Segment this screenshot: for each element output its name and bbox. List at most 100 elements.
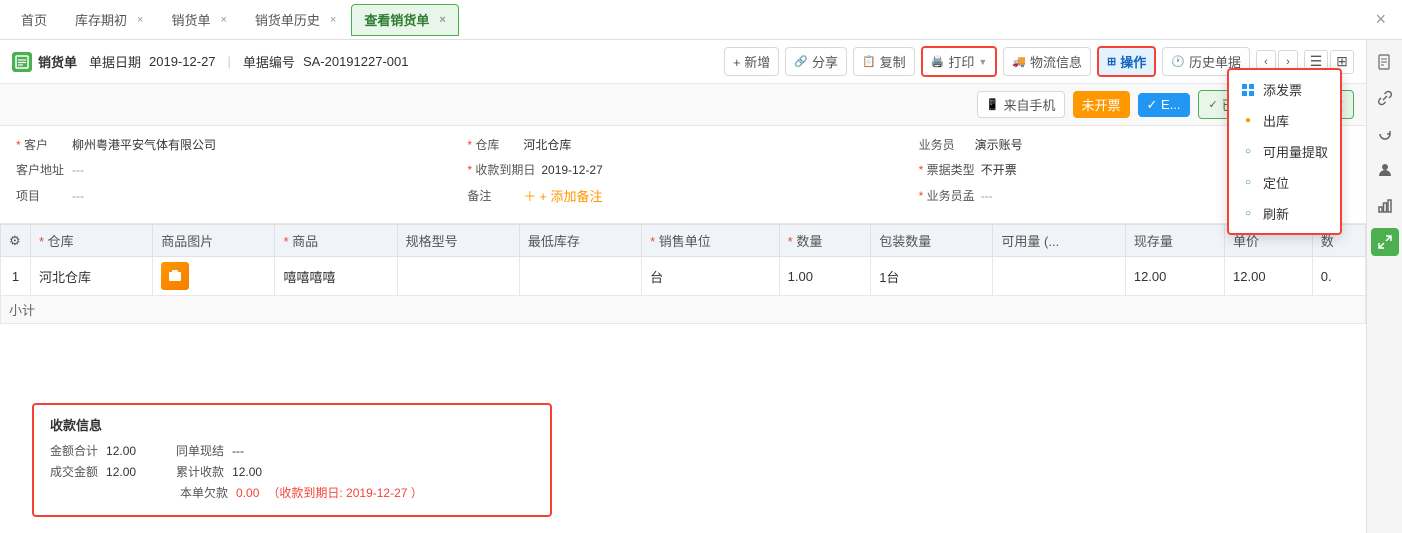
window-close-button[interactable]: × bbox=[1367, 9, 1394, 30]
ops-label: 操作 bbox=[1120, 52, 1146, 71]
col-pack-qty: 包装数量 bbox=[871, 225, 993, 257]
subtotal-label: 小计 bbox=[1, 296, 1366, 324]
col-current: 现存量 bbox=[1125, 225, 1224, 257]
number-value: SA-20191227-001 bbox=[303, 54, 409, 69]
add-note-button[interactable]: ＋ + 添加备注 bbox=[523, 186, 602, 205]
transaction-amount-item: 成交金额 12.00 bbox=[50, 463, 136, 480]
col-gear: ⚙ bbox=[1, 225, 31, 257]
address-value: --- bbox=[72, 163, 84, 177]
col-unit: * 销售单位 bbox=[642, 225, 780, 257]
payment-section: 收款信息 金额合计 12.00 同单现结 --- 成交金额 12.00 bbox=[32, 403, 552, 517]
total-amount-value: 12.00 bbox=[106, 444, 136, 458]
sub-toolbar: 📱 来自手机 未开票 ✓ E... ✓ 已核销 ✓ 已生效 bbox=[0, 84, 1366, 126]
tab-inventory[interactable]: 库存期初 × bbox=[62, 4, 156, 36]
person-sidebar-icon[interactable] bbox=[1371, 156, 1399, 184]
col-min-stock: 最低库存 bbox=[519, 225, 641, 257]
print-button[interactable]: 🖨️ 打印 ▼ bbox=[921, 46, 998, 77]
same-order-settlement-value: --- bbox=[232, 444, 244, 458]
row-unit-price: 12.00 bbox=[1225, 257, 1313, 296]
cumulative-receipt-value: 12.00 bbox=[232, 465, 262, 479]
dropdown-available-extract[interactable]: ○ 可用量提取 bbox=[1229, 136, 1340, 167]
dropdown-refresh[interactable]: ○ 刷新 bbox=[1229, 198, 1340, 229]
form-row-3: 项目 --- 备注 ＋ + 添加备注 业务员孟 --- bbox=[16, 186, 1350, 205]
from-phone-button[interactable]: 📱 来自手机 bbox=[977, 91, 1065, 118]
same-order-settlement-label: 同单现结 bbox=[176, 442, 224, 459]
payment-row-2: 成交金额 12.00 累计收款 12.00 bbox=[50, 463, 534, 480]
biz-staff-value: --- bbox=[981, 189, 993, 203]
chart-sidebar-icon[interactable] bbox=[1371, 192, 1399, 220]
tab-sales[interactable]: 销货单 × bbox=[158, 4, 239, 36]
outbound-icon: ● bbox=[1241, 114, 1255, 128]
available-extract-icon: ○ bbox=[1241, 145, 1255, 159]
due-date-field: 收款到期日 2019-12-27 bbox=[467, 161, 898, 178]
ops-button[interactable]: ⊞ 操作 bbox=[1097, 46, 1156, 77]
doc-sidebar-icon[interactable] bbox=[1371, 48, 1399, 76]
confirm-button[interactable]: ✓ E... bbox=[1138, 93, 1190, 117]
tab-sales-history-close[interactable]: × bbox=[330, 14, 336, 26]
dropdown-location[interactable]: ○ 定位 bbox=[1229, 167, 1340, 198]
refresh-sidebar-icon[interactable] bbox=[1371, 120, 1399, 148]
row-pack-qty: 1台 bbox=[871, 257, 993, 296]
tab-sales-close[interactable]: × bbox=[220, 14, 226, 26]
current-due-item: 本单欠款 0.00 （收款到期日: 2019-12-27 ） bbox=[180, 484, 423, 501]
row-min-stock bbox=[519, 257, 641, 296]
not-opened-button[interactable]: 未开票 bbox=[1073, 91, 1130, 118]
table-header-row: ⚙ * 仓库 商品图片 * 商品 规格型号 最低库存 * 销售单位 * 数量 包… bbox=[1, 225, 1366, 257]
row-unit: 台 bbox=[642, 257, 780, 296]
row-warehouse: 河北仓库 bbox=[31, 257, 153, 296]
add-invoice-icon bbox=[1241, 83, 1255, 97]
warehouse-field: 仓库 河北仓库 bbox=[467, 136, 898, 153]
expand-sidebar-icon[interactable] bbox=[1371, 228, 1399, 256]
share-button[interactable]: 🔗 分享 bbox=[785, 47, 847, 76]
ops-dropdown: 添发票 ● 出库 ○ 可用量提取 ○ 定位 ○ 刷新 bbox=[1227, 68, 1342, 235]
row-amount: 0. bbox=[1312, 257, 1365, 296]
due-date-label: 收款到期日 bbox=[467, 161, 535, 178]
payment-row-3: 本单欠款 0.00 （收款到期日: 2019-12-27 ） bbox=[50, 484, 534, 501]
row-available bbox=[993, 257, 1125, 296]
row-spec bbox=[397, 257, 519, 296]
dropdown-outbound[interactable]: ● 出库 bbox=[1229, 105, 1340, 136]
location-label: 定位 bbox=[1263, 173, 1289, 192]
ticket-type-value: 不开票 bbox=[981, 161, 1017, 178]
row-quantity: 1.00 bbox=[779, 257, 871, 296]
customer-value: 柳州粤港平安气体有限公司 bbox=[72, 136, 216, 153]
transaction-amount-label: 成交金额 bbox=[50, 463, 98, 480]
dropdown-add-invoice[interactable]: 添发票 bbox=[1229, 74, 1340, 105]
sales-order-icon bbox=[12, 52, 32, 72]
transaction-amount-value: 12.00 bbox=[106, 465, 136, 479]
row-product: 嘻嘻嘻嘻 bbox=[275, 257, 397, 296]
col-available: 可用量 (... bbox=[993, 225, 1125, 257]
available-extract-label: 可用量提取 bbox=[1263, 142, 1328, 161]
tab-inventory-close[interactable]: × bbox=[137, 14, 143, 26]
form-row-2: 客户地址 --- 收款到期日 2019-12-27 票据类型 不开票 bbox=[16, 161, 1350, 178]
tab-view-sales-close[interactable]: × bbox=[439, 14, 445, 26]
customer-field: 客户 柳州粤港平安气体有限公司 bbox=[16, 136, 447, 153]
cumulative-receipt-label: 累计收款 bbox=[176, 463, 224, 480]
row-product-img bbox=[153, 257, 275, 296]
from-phone-label: 来自手机 bbox=[1003, 95, 1055, 114]
tab-home[interactable]: 首页 bbox=[8, 4, 60, 36]
subtotal-row: 小计 bbox=[1, 296, 1366, 324]
col-warehouse: * 仓库 bbox=[31, 225, 153, 257]
copy-button[interactable]: 📋 复制 bbox=[853, 47, 915, 76]
tab-inventory-label: 库存期初 bbox=[75, 10, 127, 29]
project-label: 项目 bbox=[16, 187, 66, 204]
tab-sales-label: 销货单 bbox=[171, 10, 210, 29]
project-field: 项目 --- bbox=[16, 187, 447, 204]
print-label: 打印 bbox=[948, 52, 974, 71]
tab-view-sales[interactable]: 查看销货单 × bbox=[351, 4, 458, 36]
row-current: 12.00 bbox=[1125, 257, 1224, 296]
new-button[interactable]: + 新增 bbox=[724, 47, 779, 76]
logistics-button[interactable]: 🚚 物流信息 bbox=[1003, 47, 1091, 76]
doc-title: 销货单 bbox=[12, 52, 77, 72]
payment-title: 收款信息 bbox=[50, 415, 534, 434]
right-sidebar bbox=[1366, 40, 1402, 533]
date-value: 2019-12-27 bbox=[149, 54, 216, 69]
ticket-type-label: 票据类型 bbox=[919, 161, 975, 178]
staff-label: 业务员 bbox=[919, 136, 969, 153]
tab-sales-history[interactable]: 销货单历史 × bbox=[242, 4, 349, 36]
note-field: 备注 ＋ + 添加备注 bbox=[467, 186, 898, 205]
plus-icon: ＋ bbox=[523, 186, 536, 205]
link-sidebar-icon[interactable] bbox=[1371, 84, 1399, 112]
sales-table: ⚙ * 仓库 商品图片 * 商品 规格型号 最低库存 * 销售单位 * 数量 包… bbox=[0, 224, 1366, 324]
